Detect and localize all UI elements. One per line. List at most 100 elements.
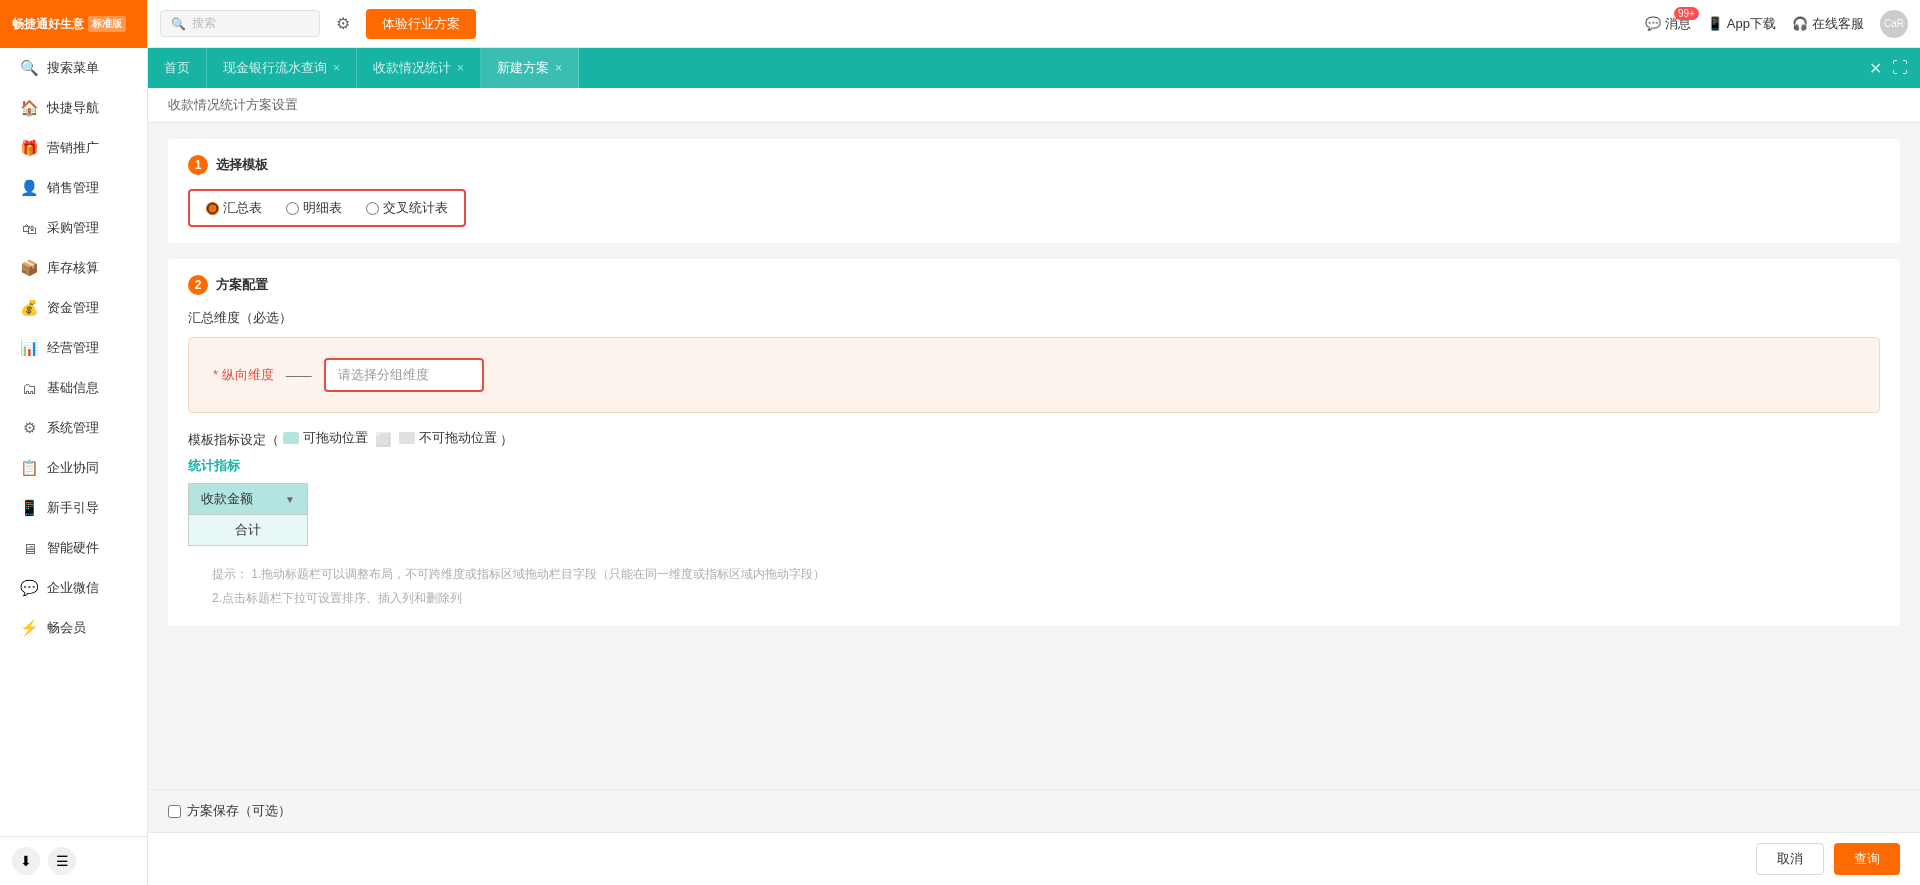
dimension-placeholder: 请选择分组维度 <box>338 367 429 382</box>
sidebar-icon-2[interactable]: ☰ <box>48 847 76 875</box>
marketing-icon: 🎁 <box>19 138 39 158</box>
sidebar-item-purchase[interactable]: 🛍 采购管理 <box>0 208 147 248</box>
tab-close-collection-stat[interactable]: × <box>457 61 464 75</box>
config-section: 2 方案配置 汇总维度（必选） * 纵向维度 —— 请选择分组维度 <box>168 259 1900 626</box>
guide-icon: 📱 <box>19 498 39 518</box>
query-button[interactable]: 查询 <box>1834 843 1900 875</box>
sidebar-item-enterprise[interactable]: 📋 企业协同 <box>0 448 147 488</box>
sidebar-label-member: 畅会员 <box>47 619 86 637</box>
sidebar-label-hardware: 智能硬件 <box>47 539 99 557</box>
indicator-cell: 合计 <box>189 515 307 545</box>
sidebar-item-search-menu[interactable]: 🔍 搜索菜单 <box>0 48 147 88</box>
tabbar: 首页现金银行流水查询× 收款情况统计 × 新建方案 × ✕ ⛶ <box>148 48 1920 88</box>
template-summary-option[interactable]: 汇总表 <box>206 199 262 217</box>
sidebar-item-finance[interactable]: 💰 资金管理 <box>0 288 147 328</box>
tab-close-bank-flow[interactable]: × <box>333 61 340 75</box>
purchase-icon: 🛍 <box>19 218 39 238</box>
topbar-search[interactable]: 🔍 搜索 <box>160 10 320 37</box>
sidebar-logo: 畅捷通好生意 标准版 <box>0 0 147 48</box>
dimension-row: * 纵向维度 —— 请选择分组维度 <box>213 358 1855 392</box>
tab-collection-stat[interactable]: 收款情况统计 × <box>357 48 481 88</box>
page-content: 收款情况统计方案设置 1 选择模板 汇总表 明细表 <box>148 88 1920 832</box>
indicator-header[interactable]: 收款金额 ▼ <box>189 484 307 515</box>
template-detail-radio[interactable] <box>286 202 299 215</box>
sidebar-label-operation: 经营管理 <box>47 339 99 357</box>
sidebar-item-basic-info[interactable]: 🗂 基础信息 <box>0 368 147 408</box>
page-body: 1 选择模板 汇总表 明细表 交叉统计表 <box>148 123 1920 789</box>
section2-header: 2 方案配置 <box>188 275 1880 295</box>
tab-label-new-plan: 新建方案 <box>497 59 549 77</box>
template-crosstab-radio[interactable] <box>366 202 379 215</box>
sidebar-item-inventory[interactable]: 📦 库存核算 <box>0 248 147 288</box>
sidebar-item-sales[interactable]: 👤 销售管理 <box>0 168 147 208</box>
tab-bank-flow[interactable]: 现金银行流水查询× <box>207 48 357 88</box>
tab-label-collection-stat: 收款情况统计 <box>373 59 451 77</box>
sidebar-icon-1[interactable]: ⬇ <box>12 847 40 875</box>
online-service-button[interactable]: 🎧 在线客服 <box>1792 15 1864 33</box>
avatar-text: CaR <box>1884 18 1904 29</box>
sidebar-label-marketing: 营销推广 <box>47 139 99 157</box>
chevron-down-icon: ▼ <box>285 494 295 505</box>
sidebar-item-member[interactable]: ⚡ 畅会员 <box>0 608 147 648</box>
dimension-section-label: 汇总维度（必选） <box>188 309 1880 327</box>
indicator-table-container: 统计指标 收款金额 ▼ 合计 <box>188 457 1880 546</box>
sidebar-label-search-menu: 搜索菜单 <box>47 59 99 77</box>
operation-icon: 📊 <box>19 338 39 358</box>
sidebar-item-operation[interactable]: 📊 经营管理 <box>0 328 147 368</box>
indicator-settings-label: 模板指标设定（ 可拖动位置 ⬜ 不可拖动位置 ） <box>188 429 1880 449</box>
sidebar: 畅捷通好生意 标准版 🔍 搜索菜单 🏠 快捷导航 🎁 营销推广 👤 销售管理 🛍… <box>0 0 148 885</box>
topbar-right: 💬 消息 99+ 📱 App下载 🎧 在线客服 CaR <box>1645 10 1908 38</box>
dimension-arrow: —— <box>286 368 312 383</box>
template-detail-option[interactable]: 明细表 <box>286 199 342 217</box>
indicator-category-label: 统计指标 <box>188 457 1880 475</box>
section2-title: 方案配置 <box>216 276 268 294</box>
sales-icon: 👤 <box>19 178 39 198</box>
page-breadcrumb: 收款情况统计方案设置 <box>148 88 1920 123</box>
maximize-window-icon[interactable]: ⛶ <box>1892 59 1908 77</box>
settings-icon[interactable]: ⚙ <box>336 14 350 33</box>
topbar: 🔍 搜索 ⚙ 体验行业方案 💬 消息 99+ 📱 App下载 🎧 在线客服 Ca… <box>148 0 1920 48</box>
sidebar-item-quick-nav[interactable]: 🏠 快捷导航 <box>0 88 147 128</box>
tab-new-plan[interactable]: 新建方案 × <box>481 48 579 88</box>
close-window-icon[interactable]: ✕ <box>1869 59 1882 78</box>
cancel-button[interactable]: 取消 <box>1756 843 1824 875</box>
sidebar-label-wechat: 企业微信 <box>47 579 99 597</box>
notification-button[interactable]: 💬 消息 99+ <box>1645 15 1691 33</box>
message-icon: 💬 <box>1645 16 1661 31</box>
tab-close-new-plan[interactable]: × <box>555 61 562 75</box>
save-option-label[interactable]: 方案保存（可选） <box>168 802 291 820</box>
save-option-text: 方案保存（可选） <box>187 802 291 820</box>
indicator-table: 收款金额 ▼ 合计 <box>188 483 308 546</box>
notification-badge: 99+ <box>1674 7 1699 20</box>
template-detail-label: 明细表 <box>303 199 342 217</box>
sidebar-item-wechat[interactable]: 💬 企业微信 <box>0 568 147 608</box>
search-menu-icon: 🔍 <box>19 58 39 78</box>
sidebar-item-guide[interactable]: 📱 新手引导 <box>0 488 147 528</box>
user-avatar[interactable]: CaR <box>1880 10 1908 38</box>
indicator-settings: 模板指标设定（ 可拖动位置 ⬜ 不可拖动位置 ） 统计指标 <box>188 429 1880 546</box>
template-crosstab-option[interactable]: 交叉统计表 <box>366 199 448 217</box>
template-summary-radio[interactable] <box>206 202 219 215</box>
page-header-text: 收款情况统计方案设置 <box>168 97 298 112</box>
sidebar-label-guide: 新手引导 <box>47 499 99 517</box>
system-icon: ⚙ <box>19 418 39 438</box>
trial-button[interactable]: 体验行业方案 <box>366 9 476 39</box>
sidebar-label-quick-nav: 快捷导航 <box>47 99 99 117</box>
template-summary-label: 汇总表 <box>223 199 262 217</box>
tab-label-home: 首页 <box>164 59 190 77</box>
save-option-checkbox[interactable] <box>168 805 181 818</box>
sidebar-label-basic-info: 基础信息 <box>47 379 99 397</box>
sidebar-item-hardware[interactable]: 🖥 智能硬件 <box>0 528 147 568</box>
app-download-button[interactable]: 📱 App下载 <box>1707 15 1776 33</box>
sidebar-label-finance: 资金管理 <box>47 299 99 317</box>
logo-text: 畅捷通好生意 <box>12 16 84 33</box>
sidebar-item-system[interactable]: ⚙ 系统管理 <box>0 408 147 448</box>
search-placeholder-text: 搜索 <box>192 15 216 32</box>
dimension-title-text: 汇总维度（必选） <box>188 310 292 325</box>
tab-home[interactable]: 首页 <box>148 48 207 88</box>
section1-title: 选择模板 <box>216 156 268 174</box>
app-download-label: App下载 <box>1727 15 1776 33</box>
dimension-select[interactable]: 请选择分组维度 <box>324 358 484 392</box>
inventory-icon: 📦 <box>19 258 39 278</box>
sidebar-item-marketing[interactable]: 🎁 营销推广 <box>0 128 147 168</box>
